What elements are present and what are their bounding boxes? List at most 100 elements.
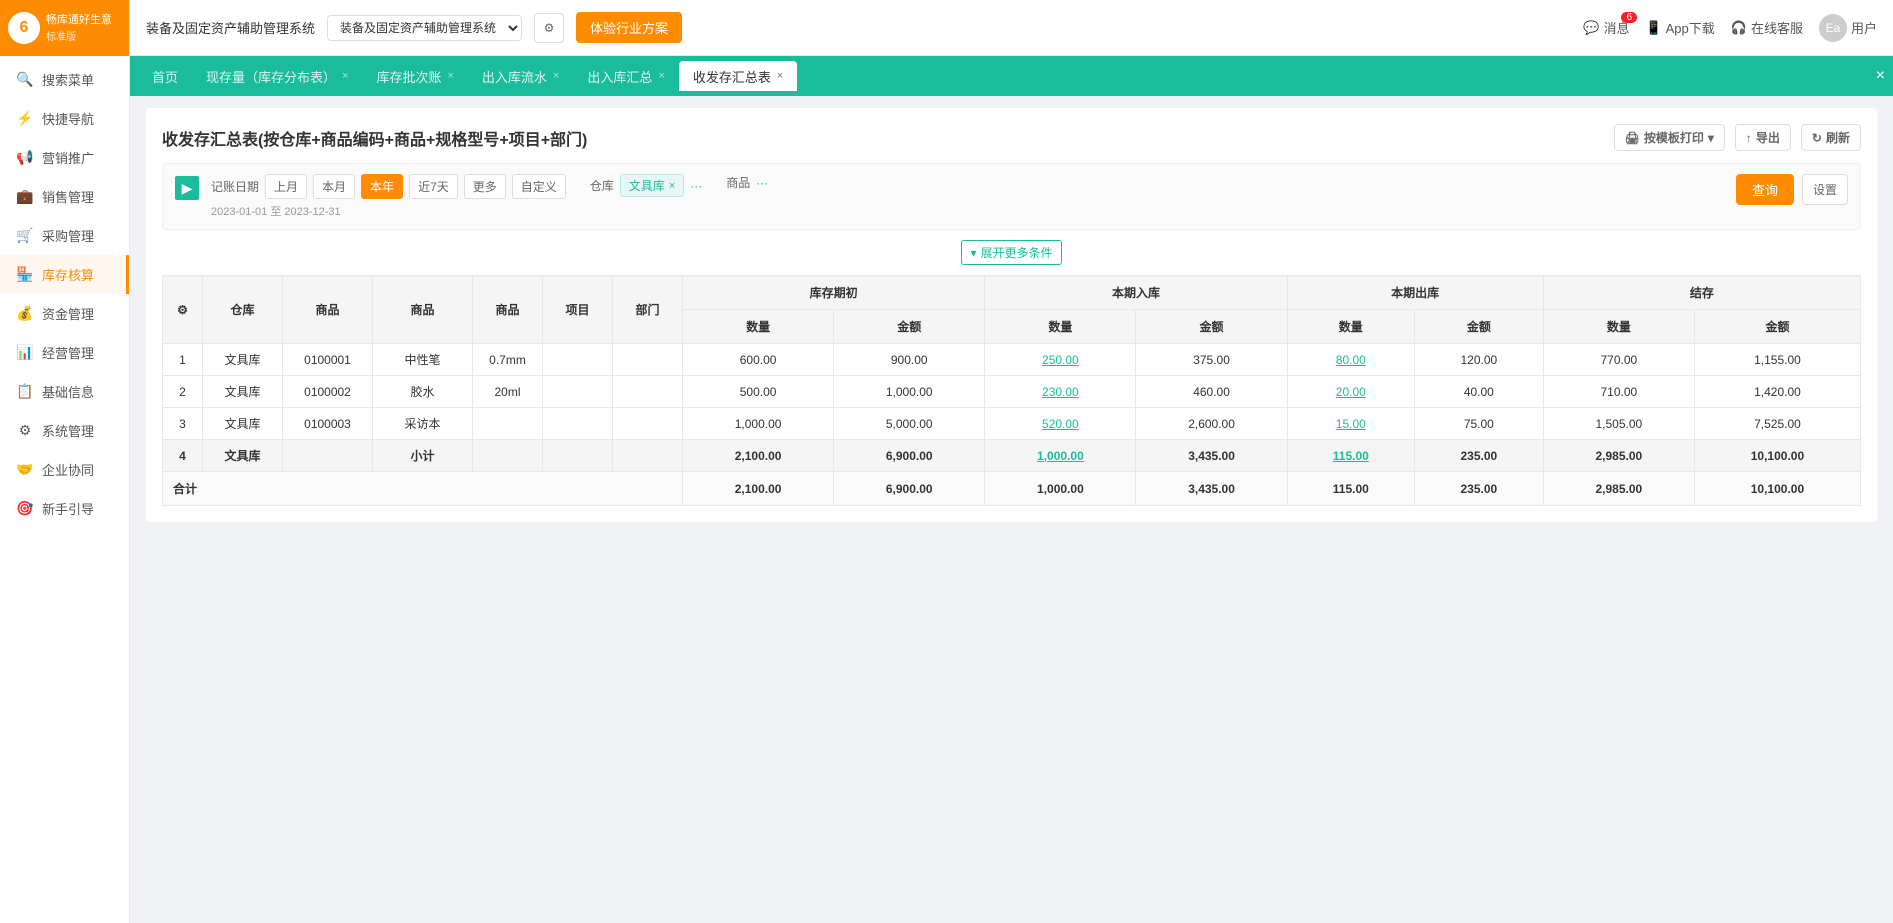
target-icon: 🎯: [16, 500, 34, 518]
cell-out-qty[interactable]: 20.00: [1287, 376, 1414, 408]
sidebar-item-marketing[interactable]: 📢 营销推广: [0, 138, 129, 177]
logo-icon: 6: [8, 12, 40, 44]
trial-btn[interactable]: 体验行业方案: [576, 12, 682, 43]
sidebar-item-guide[interactable]: 🎯 新手引导: [0, 489, 129, 528]
cell-name: 采访本: [373, 408, 473, 440]
sidebar-item-system[interactable]: ⚙ 系统管理: [0, 411, 129, 450]
user-menu[interactable]: Ea 用户: [1819, 14, 1877, 42]
system-name: 装备及固定资产辅助管理系统: [146, 18, 315, 37]
date-label: 记账日期: [211, 178, 259, 195]
export-btn[interactable]: ↑ 导出: [1735, 124, 1791, 151]
expand-filter-row: ▾ 展开更多条件: [162, 240, 1861, 265]
cell-project: [543, 344, 613, 376]
chart-icon: 📊: [16, 344, 34, 362]
th-in-qty: 数量: [985, 310, 1136, 344]
settings-button[interactable]: ⚙: [534, 13, 564, 43]
sidebar-item-operations[interactable]: 📊 经营管理: [0, 333, 129, 372]
tab-close-icon[interactable]: ×: [553, 70, 559, 82]
filter-right: 查询 设置: [1736, 174, 1848, 205]
online-service-btn[interactable]: 🎧 在线客服: [1731, 18, 1803, 37]
tab-inout-summary[interactable]: 出入库汇总 ×: [573, 61, 678, 91]
settings-icon: ⚙: [544, 21, 555, 35]
date-btn-more[interactable]: 更多: [464, 174, 506, 199]
tab-batch-ledger[interactable]: 库存批次账 ×: [362, 61, 467, 91]
sidebar-item-purchase[interactable]: 🛒 采购管理: [0, 216, 129, 255]
sidebar-item-inventory[interactable]: 🏪 库存核算: [0, 255, 129, 294]
sidebar-item-quick-nav[interactable]: ⚡ 快捷导航: [0, 99, 129, 138]
print-btn[interactable]: 🖨 按模板打印 ▾: [1614, 124, 1725, 151]
th-opening: 库存期初: [683, 276, 985, 310]
sidebar-item-finance[interactable]: 💰 资金管理: [0, 294, 129, 333]
tab-close-icon[interactable]: ×: [447, 70, 453, 82]
tab-close-icon[interactable]: ×: [777, 70, 783, 82]
export-icon: ↑: [1746, 131, 1752, 145]
tab-receipt-summary[interactable]: 收发存汇总表 ×: [679, 61, 797, 91]
avatar: Ea: [1819, 14, 1847, 42]
sidebar-item-sales[interactable]: 💼 销售管理: [0, 177, 129, 216]
cell-in-qty[interactable]: 1,000.00: [985, 440, 1136, 472]
header-right: 💬 消息 6 📱 App下载 🎧 在线客服 Ea 用户: [1583, 14, 1877, 42]
sidebar-item-search[interactable]: 🔍 搜索菜单: [0, 60, 129, 99]
warehouse-tags: 文具库 × ···: [620, 174, 702, 197]
tab-close-icon[interactable]: ×: [342, 70, 348, 82]
filter-settings-btn[interactable]: 设置: [1802, 174, 1848, 205]
app-download-label: App下载: [1666, 18, 1715, 37]
clipboard-icon: 📋: [16, 383, 34, 401]
cell-out-qty[interactable]: 15.00: [1287, 408, 1414, 440]
user-label: 用户: [1851, 18, 1877, 37]
query-btn[interactable]: 查询: [1736, 174, 1794, 205]
tab-close-all[interactable]: ×: [1876, 67, 1885, 85]
app-download-btn[interactable]: 📱 App下载: [1645, 18, 1714, 37]
warehouse-label: 仓库: [590, 177, 614, 194]
expand-filter-btn[interactable]: ▾ 展开更多条件: [961, 240, 1061, 265]
warehouse-more[interactable]: ···: [690, 179, 702, 193]
cell-out-amt: 120.00: [1414, 344, 1543, 376]
warehouse-tag-value: 文具库: [629, 177, 665, 194]
cell-out-qty[interactable]: 80.00: [1287, 344, 1414, 376]
cell-out-qty[interactable]: 115.00: [1287, 440, 1414, 472]
phone-icon: 📱: [1645, 20, 1661, 36]
logo-area: 6 畅库通好生意 标准版: [0, 0, 129, 56]
filter-toggle-btn[interactable]: ▶: [175, 176, 199, 200]
message-btn[interactable]: 💬 消息 6: [1583, 18, 1629, 37]
data-table: ⚙ 仓库 商品 商品 商品 项目 部门 库存期初 本期入库 本期出库 结存: [162, 275, 1861, 506]
store-icon: 🏪: [16, 266, 34, 284]
goods-label: 商品: [726, 174, 750, 191]
th-warehouse: 仓库: [203, 276, 283, 344]
tab-home[interactable]: 首页: [138, 61, 192, 91]
cell-in-qty[interactable]: 250.00: [985, 344, 1136, 376]
cell-in-qty[interactable]: 230.00: [985, 376, 1136, 408]
sidebar-item-label: 经营管理: [42, 343, 94, 362]
th-in: 本期入库: [985, 276, 1287, 310]
cell-bal-qty: 770.00: [1543, 344, 1694, 376]
tab-stock-dist[interactable]: 现存量（库存分布表） ×: [192, 61, 362, 91]
sidebar-item-corp[interactable]: 🤝 企业协同: [0, 450, 129, 489]
refresh-btn[interactable]: ↻ 刷新: [1801, 124, 1861, 151]
date-btn-this-year[interactable]: 本年: [361, 174, 403, 199]
sidebar-item-label: 采购管理: [42, 226, 94, 245]
th-dept: 部门: [613, 276, 683, 344]
th-in-amt: 金额: [1136, 310, 1287, 344]
date-btn-7days[interactable]: 近7天: [409, 174, 458, 199]
date-btn-this-month[interactable]: 本月: [313, 174, 355, 199]
sidebar-item-label: 快捷导航: [42, 109, 94, 128]
tab-inout-flow[interactable]: 出入库流水 ×: [468, 61, 573, 91]
date-btn-last-month[interactable]: 上月: [265, 174, 307, 199]
refresh-icon: ↻: [1812, 131, 1822, 145]
cell-in-qty[interactable]: 520.00: [985, 408, 1136, 440]
headset-icon: 🎧: [1731, 20, 1747, 36]
warehouse-tag-close[interactable]: ×: [669, 180, 675, 192]
tab-close-icon[interactable]: ×: [658, 70, 664, 82]
cell-open-qty: 1,000.00: [683, 408, 834, 440]
goods-more[interactable]: ···: [756, 176, 768, 190]
table-row: 2 文具库 0100002 胶水 20ml 500.00 1,000.00 23…: [163, 376, 1861, 408]
system-selector[interactable]: 装备及固定资产辅助管理系统: [327, 15, 522, 41]
th-settings: ⚙: [163, 276, 203, 344]
header: 装备及固定资产辅助管理系统 装备及固定资产辅助管理系统 ⚙ 体验行业方案 💬 消…: [130, 0, 1893, 56]
sidebar-item-basic[interactable]: 📋 基础信息: [0, 372, 129, 411]
filter-goods-group: 商品 ···: [726, 174, 768, 191]
th-spec: 商品: [473, 276, 543, 344]
cell-spec: 0.7mm: [473, 344, 543, 376]
cell-open-amt: 5,000.00: [834, 408, 985, 440]
date-btn-custom[interactable]: 自定义: [512, 174, 566, 199]
